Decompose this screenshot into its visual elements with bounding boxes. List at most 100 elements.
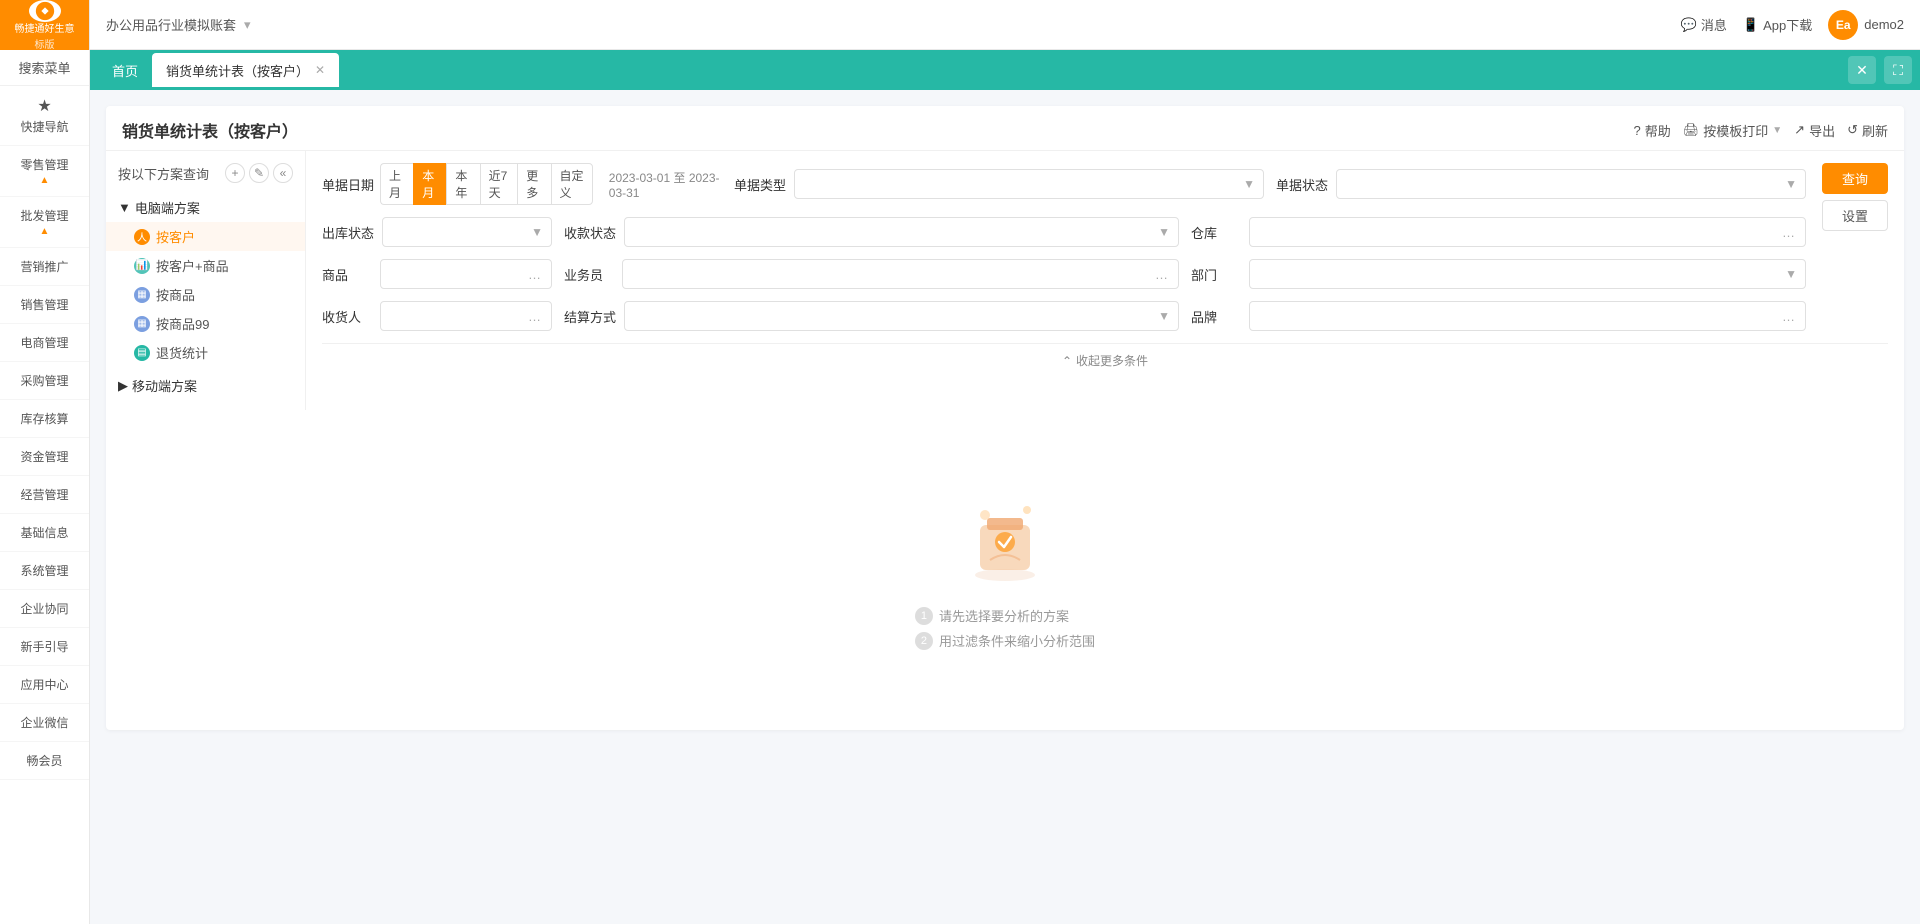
print-label: 按模板打印 [1703,121,1768,140]
basic-label: 基础信息 [20,524,68,541]
doc-status-control[interactable]: ▼ [1336,169,1806,199]
sidebar-item-finance[interactable]: 资金管理 [0,438,89,476]
filter-grid: 单据日期 上月 本月 本年 近7天 更多 自定义 [322,163,1806,343]
scheme-item-return-stats[interactable]: ▤ 退货统计 [106,338,305,367]
warehouse-control[interactable]: … [1249,217,1806,247]
scheme-add-btn[interactable]: + [225,163,245,183]
sidebar-item-retail[interactable]: 零售管理 ▲ [0,146,89,197]
quick-nav-label: 快捷导航 [20,118,68,135]
help-btn[interactable]: ? 帮助 [1633,121,1670,140]
tab-home[interactable]: 首页 [98,53,152,87]
salesperson-label: 业务员 [564,265,614,284]
page-content: 销货单统计表（按客户） ? 帮助 🖨 按模板打印 ▼ ↗ 导出 [90,90,1920,924]
sidebar-item-marketing[interactable]: 营销推广 [0,248,89,286]
tab-close-btn[interactable]: ✕ [315,63,325,77]
scheme-panel-header: 按以下方案查询 + ✎ « [106,159,305,191]
app-download-btn[interactable]: 📱 App下载 [1743,15,1812,34]
scheme-group-mobile-header[interactable]: ▶ 移动端方案 [106,371,305,400]
sidebar-item-wholesale[interactable]: 批发管理 ▲ [0,197,89,248]
refresh-icon: ↺ [1847,122,1858,138]
scheme-item-by-customer[interactable]: 人 按客户 [106,222,305,251]
doc-type-control[interactable]: ▼ [794,169,1264,199]
filter-out-row: 出库状态 ▼ 收款状态 ▼ [322,217,1806,247]
message-btn[interactable]: 💬 消息 [1681,15,1727,34]
scheme-group-pc-header[interactable]: ▼ 电脑端方案 [106,193,305,222]
tab-home-label: 首页 [112,61,138,80]
scheme-panel: 按以下方案查询 + ✎ « ▼ 电脑端方案 [106,151,306,410]
user-menu[interactable]: Ea demo2 [1828,10,1904,40]
sidebar-item-operations[interactable]: 经营管理 [0,476,89,514]
sidebar-search[interactable]: 搜索菜单 [0,50,89,86]
tab-bar: 首页 销货单统计表（按客户） ✕ ✕ ⛶ [90,50,1920,90]
department-control[interactable]: ▼ [1249,259,1806,289]
username-label: demo2 [1864,17,1904,32]
sidebar-item-member[interactable]: 畅会员 [0,742,89,780]
sidebar-item-purchase[interactable]: 采购管理 [0,362,89,400]
product-control[interactable]: … [380,259,552,289]
sidebar-item-sales[interactable]: 销售管理 [0,286,89,324]
doc-status-arrow: ▼ [1785,177,1797,191]
print-btn[interactable]: 🖨 按模板打印 ▼ [1683,121,1782,140]
warehouse-dots: … [1782,225,1797,240]
brand-control[interactable]: … [1249,301,1806,331]
pc-group-label: 电脑端方案 [135,198,200,217]
scheme-item-by-product-99[interactable]: ▦ 按商品99 [106,309,305,338]
department-arrow: ▼ [1785,267,1797,281]
date-tab-this-month[interactable]: 本月 [413,163,446,205]
export-btn[interactable]: ↗ 导出 [1794,121,1835,140]
product-label: 商品 [322,265,372,284]
sidebar-item-system[interactable]: 系统管理 [0,552,89,590]
sidebar-item-ecommerce[interactable]: 电商管理 [0,324,89,362]
mobile-group-arrow: ▶ [118,378,128,394]
date-tab-this-year[interactable]: 本年 [446,163,479,205]
date-tab-custom[interactable]: 自定义 [551,163,593,205]
scheme-edit-btn[interactable]: ✎ [249,163,269,183]
date-tab-last-month[interactable]: 上月 [380,163,413,205]
breadcrumb-text: 办公用品行业模拟账套 [106,15,236,34]
message-icon: 💬 [1681,17,1697,33]
scheme-group-mobile: ▶ 移动端方案 [106,369,305,402]
user-avatar: Ea [1828,10,1858,40]
apps-label: 应用中心 [20,676,68,693]
sidebar-item-newbie[interactable]: 新手引导 [0,628,89,666]
sidebar-item-quick-nav[interactable]: ★ 快捷导航 [0,86,89,146]
by-customer-label: 按客户 [156,227,195,246]
page-header-actions: ? 帮助 🖨 按模板打印 ▼ ↗ 导出 ↺ 刷新 [1633,121,1888,140]
filter-row-1: 单据日期 上月 本月 本年 近7天 更多 自定义 [322,163,1888,343]
scheme-item-by-customer-product[interactable]: 📊 按客户+商品 [106,251,305,280]
tab-close-all-btn[interactable]: ✕ [1848,56,1876,84]
header-left: 办公用品行业模拟账套 ▾ [106,15,251,34]
tab-sales-stats[interactable]: 销货单统计表（按客户） ✕ [152,53,339,87]
date-tab-7days[interactable]: 近7天 [480,163,518,205]
sidebar-item-enterprise[interactable]: 企业协同 [0,590,89,628]
scheme-group-pc: ▼ 电脑端方案 人 按客户 📊 按客户+商品 ▦ [106,191,305,369]
scheme-item-by-product[interactable]: ▦ 按商品 [106,280,305,309]
collapse-bar[interactable]: ⌃ 收起更多条件 [322,343,1888,377]
refresh-btn[interactable]: ↺ 刷新 [1847,121,1888,140]
app-subtitle-label: 标版 [35,36,55,51]
tab-bar-actions: ✕ ⛶ [1848,56,1912,84]
brand-dots: … [1782,309,1797,324]
sidebar-item-inventory[interactable]: 库存核算 [0,400,89,438]
tab-fullscreen-btn[interactable]: ⛶ [1884,56,1912,84]
by-product-99-icon: ▦ [134,316,150,332]
receipt-status-control[interactable]: ▼ [624,217,1179,247]
sidebar-item-wechat[interactable]: 企业微信 [0,704,89,742]
breadcrumb-arrow: ▾ [244,17,251,33]
sidebar-item-apps[interactable]: 应用中心 [0,666,89,704]
setting-button[interactable]: 设置 [1822,200,1888,231]
filter-date-row: 单据日期 上月 本月 本年 近7天 更多 自定义 [322,163,1806,205]
salesperson-control[interactable]: … [622,259,1179,289]
quick-nav-icon: ★ [37,96,51,116]
out-status-control[interactable]: ▼ [382,217,552,247]
sidebar-item-basic[interactable]: 基础信息 [0,514,89,552]
query-button[interactable]: 查询 [1822,163,1888,194]
logo-icon [29,0,61,22]
filter-item-warehouse: 仓库 … [1191,217,1806,247]
recipient-control[interactable]: … [380,301,552,331]
date-tab-more[interactable]: 更多 [517,163,550,205]
message-label: 消息 [1701,15,1727,34]
settlement-control[interactable]: ▼ [624,301,1179,331]
scheme-collapse-btn[interactable]: « [273,163,293,183]
newbie-label: 新手引导 [20,638,68,655]
